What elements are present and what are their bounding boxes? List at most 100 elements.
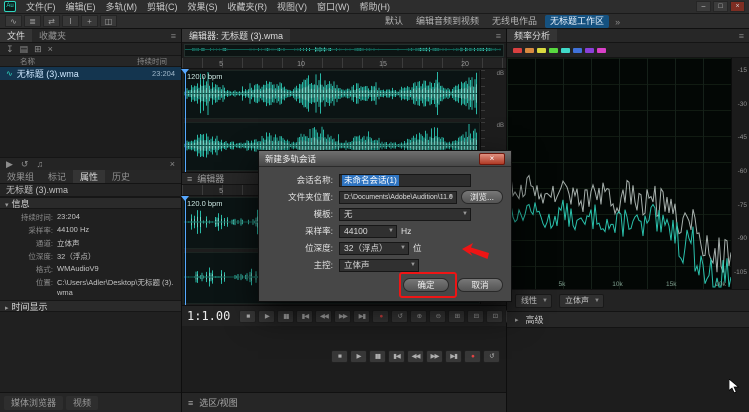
- info-label: 采样率:: [28, 226, 53, 235]
- new-file-button[interactable]: ▤: [20, 44, 29, 55]
- db-tick-label: -15: [737, 67, 747, 74]
- panel-tab[interactable]: 视频: [66, 395, 99, 410]
- template-select[interactable]: 无 ▼: [339, 207, 471, 221]
- overview-strip[interactable]: [184, 44, 504, 57]
- file-list-item[interactable]: ∿ 无标题 (3).wma 23:204: [0, 67, 181, 80]
- menu-item[interactable]: 剪辑(C): [142, 0, 183, 14]
- skip-to-start-button[interactable]: ▮◀: [296, 309, 314, 323]
- playhead[interactable]: [181, 196, 189, 305]
- time-display-section-header[interactable]: ▸ 时间显示: [0, 300, 181, 312]
- panel-tab[interactable]: 收藏夹: [32, 29, 73, 42]
- skip-to-end-button[interactable]: ▶▮: [353, 309, 371, 323]
- panel-tab[interactable]: 媒体浏览器: [4, 395, 64, 410]
- loop-playback-button[interactable]: ↺: [21, 159, 29, 170]
- panel-menu-icon[interactable]: ≡: [187, 174, 192, 184]
- import-file-button[interactable]: ↧: [6, 44, 14, 55]
- close-file-button[interactable]: ×: [48, 44, 53, 55]
- scale-select[interactable]: 线性 ▼: [515, 293, 552, 308]
- waveform-left-channel[interactable]: [183, 70, 480, 119]
- minimize-button[interactable]: –: [696, 1, 711, 12]
- browse-button[interactable]: 浏览...: [461, 190, 503, 204]
- zoom-in-horizontal-button[interactable]: ⊞: [448, 309, 466, 323]
- editor-tab[interactable]: 编辑器: 无标题 (3).wma: [182, 29, 291, 42]
- zoom-out-horizontal-button[interactable]: ⊟: [467, 309, 485, 323]
- panel-menu-icon[interactable]: ≡: [166, 29, 181, 42]
- fast-forward-button[interactable]: ▶▶: [334, 309, 352, 323]
- playhead[interactable]: [181, 69, 189, 172]
- zoom-to-selection-button[interactable]: ⊡: [486, 309, 504, 323]
- panel-tab[interactable]: 属性: [73, 170, 106, 183]
- cancel-button[interactable]: 取消: [457, 278, 503, 292]
- pause-button[interactable]: ▮▮: [369, 350, 386, 363]
- db-tick-label: -30: [737, 100, 747, 108]
- amplitude-ruler[interactable]: dB: [480, 70, 506, 119]
- multitrack-view-button[interactable]: ≣: [24, 15, 41, 27]
- advanced-section-header[interactable]: ▸ 高级: [507, 311, 749, 328]
- skip-to-start-button[interactable]: ▮◀: [388, 350, 405, 363]
- master-select[interactable]: 立体声 ▼: [339, 258, 419, 272]
- workspace-overflow-icon[interactable]: »: [612, 17, 623, 27]
- panel-menu-icon[interactable]: ≡: [734, 29, 749, 42]
- fast-forward-button[interactable]: ▶▶: [426, 350, 443, 363]
- dialog-close-button[interactable]: ×: [479, 152, 505, 165]
- panel-tab[interactable]: 标记: [41, 170, 73, 183]
- menu-item[interactable]: 多轨(M): [101, 0, 143, 14]
- zoom-in-button[interactable]: ⊕: [410, 309, 428, 323]
- bit-depth-select[interactable]: 32（浮点） ▼: [339, 241, 409, 255]
- workspace-tab[interactable]: 无线电作品: [487, 15, 542, 28]
- menu-item[interactable]: 文件(F): [21, 0, 61, 14]
- marquee-selection-tool[interactable]: +: [81, 15, 98, 27]
- rewind-button[interactable]: ◀◀: [315, 309, 333, 323]
- column-name[interactable]: 名称: [20, 56, 35, 67]
- menu-item[interactable]: 视图(V): [272, 0, 312, 14]
- menu-item[interactable]: 窗口(W): [312, 0, 355, 14]
- frequency-analysis-tab[interactable]: 频率分析: [507, 29, 558, 42]
- dialog-titlebar[interactable]: 新建多轨会话 ×: [259, 151, 511, 167]
- file-list-empty-area[interactable]: [0, 80, 181, 157]
- menu-item[interactable]: 帮助(H): [355, 0, 396, 14]
- column-duration[interactable]: 持续时间: [137, 56, 167, 67]
- time-selection-tool[interactable]: I: [62, 15, 79, 27]
- loop-button[interactable]: ↺: [483, 350, 500, 363]
- info-section-header[interactable]: ▾ 信息: [0, 197, 181, 209]
- rewind-button[interactable]: ◀◀: [407, 350, 424, 363]
- play-button[interactable]: ▶: [258, 309, 276, 323]
- folder-location-select[interactable]: D:\Documents\Adobe\Audition\11.0 ▼: [339, 190, 457, 204]
- loop-button[interactable]: ↺: [391, 309, 409, 323]
- time-display[interactable]: 1:1.00: [187, 309, 230, 323]
- insert-into-multitrack-button[interactable]: ⊞: [34, 44, 42, 55]
- open-in-editor-button[interactable]: ♫: [36, 159, 43, 170]
- tempo-display[interactable]: 120.0 bpm: [187, 199, 222, 208]
- panel-menu-icon[interactable]: ≡: [188, 398, 193, 408]
- sample-rate-select[interactable]: 44100 ▼: [339, 224, 397, 238]
- zoom-out-button[interactable]: ⊖: [429, 309, 447, 323]
- pause-button[interactable]: ▮▮: [277, 309, 295, 323]
- waveform-view-button[interactable]: ∿: [5, 15, 22, 27]
- workspace-tab[interactable]: 默认: [380, 15, 408, 28]
- time-ruler[interactable]: 5 10 15 20: [182, 58, 506, 69]
- record-button[interactable]: ●: [464, 350, 481, 363]
- session-name-input[interactable]: 未命名会话(1): [339, 173, 471, 187]
- maximize-button[interactable]: □: [713, 1, 728, 12]
- delete-file-button[interactable]: ×: [170, 159, 175, 170]
- stop-button[interactable]: ■: [331, 350, 348, 363]
- move-tool[interactable]: ⇄: [43, 15, 60, 27]
- play-button[interactable]: ▶: [350, 350, 367, 363]
- panel-menu-icon[interactable]: ≡: [491, 29, 506, 42]
- menu-item[interactable]: 编辑(E): [61, 0, 101, 14]
- autoplay-button[interactable]: ▶: [6, 159, 13, 170]
- panel-tab[interactable]: 效果组: [0, 170, 41, 183]
- panel-tab[interactable]: 文件: [0, 29, 33, 42]
- spot-healing-tool[interactable]: ◫: [100, 15, 117, 27]
- record-button[interactable]: ●: [372, 309, 390, 323]
- window-close-button[interactable]: ×: [730, 1, 745, 12]
- menu-item[interactable]: 效果(S): [183, 0, 223, 14]
- workspace-tab[interactable]: 无标题工作区: [545, 15, 610, 28]
- panel-tab[interactable]: 历史: [105, 170, 137, 183]
- skip-to-end-button[interactable]: ▶▮: [445, 350, 462, 363]
- menu-item[interactable]: 收藏夹(R): [223, 0, 273, 14]
- stop-button[interactable]: ■: [239, 309, 257, 323]
- channel-select[interactable]: 立体声 ▼: [559, 293, 604, 308]
- workspace-tab[interactable]: 编辑音频到视频: [411, 15, 484, 28]
- tempo-display[interactable]: 120.0 bpm: [187, 72, 222, 81]
